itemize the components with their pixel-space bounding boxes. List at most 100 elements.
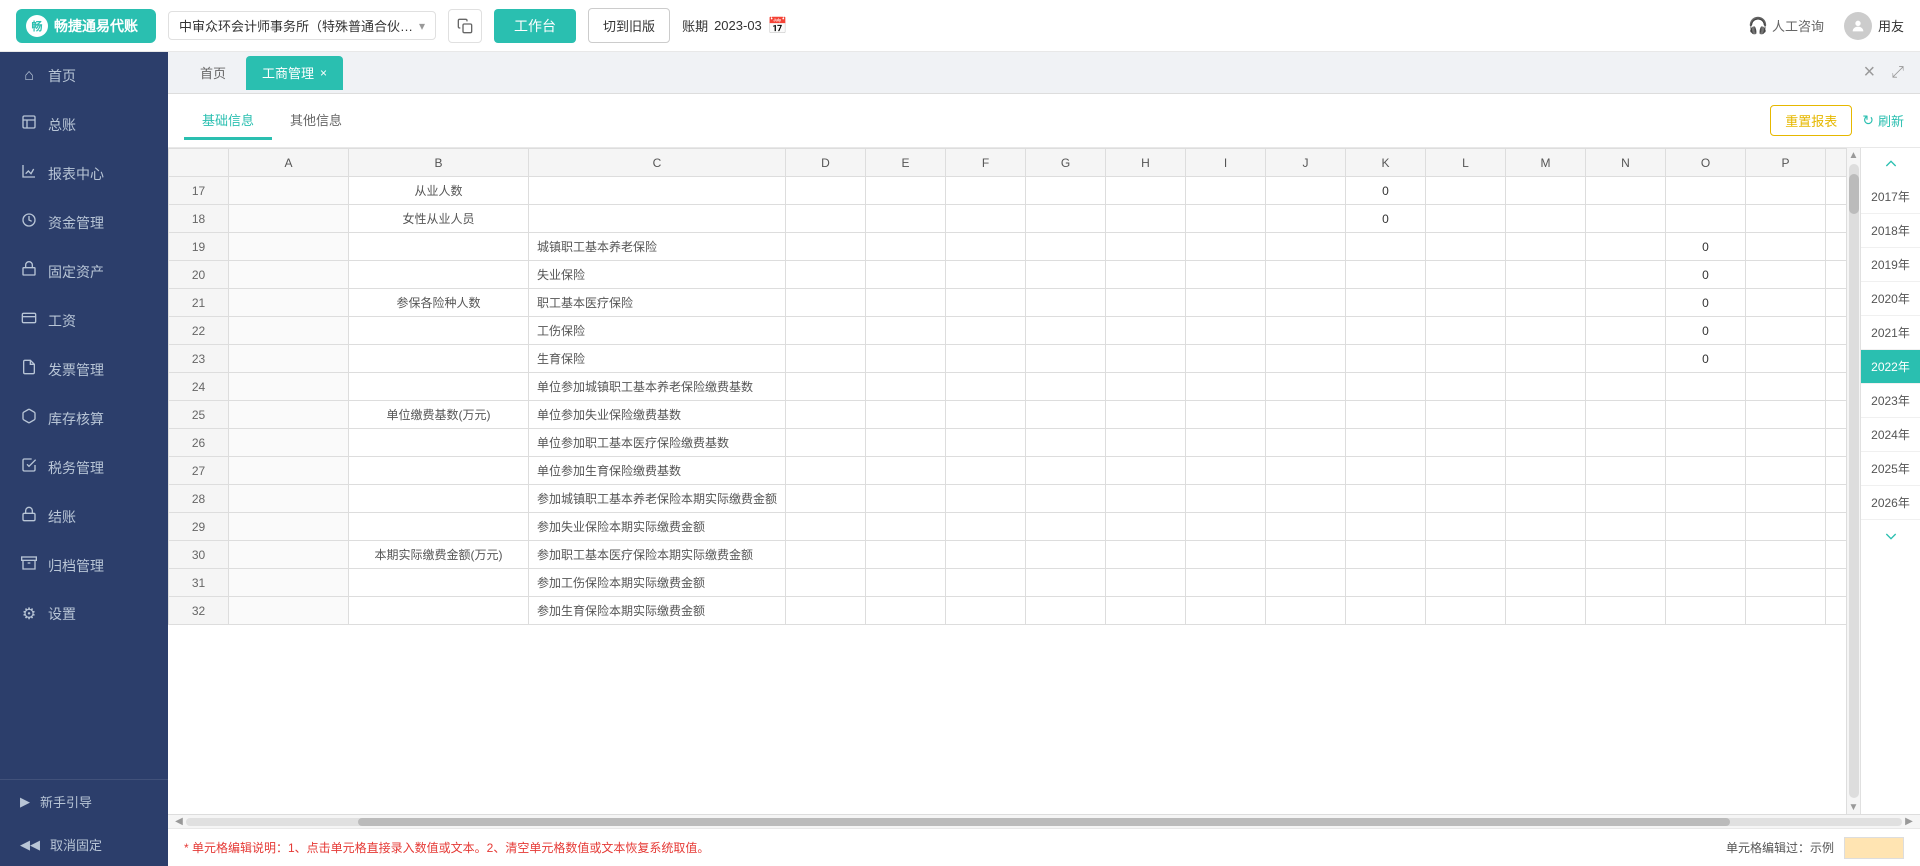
year-item-2023[interactable]: 2023年: [1861, 384, 1920, 418]
cell-k18[interactable]: 0: [1346, 205, 1426, 233]
cell-h18[interactable]: [1106, 205, 1186, 233]
cell-m19[interactable]: [1506, 233, 1586, 261]
cell-i32[interactable]: [1186, 597, 1266, 625]
cell-q22[interactable]: [1826, 317, 1846, 345]
cell-n26[interactable]: [1586, 429, 1666, 457]
cell-c24[interactable]: 单位参加城镇职工基本养老保险缴费基数: [529, 373, 786, 401]
cell-f27[interactable]: [946, 457, 1026, 485]
cell-l21[interactable]: [1426, 289, 1506, 317]
cell-l29[interactable]: [1426, 513, 1506, 541]
cell-h17[interactable]: [1106, 177, 1186, 205]
sidebar-item-funds[interactable]: 资金管理: [0, 198, 168, 247]
cell-p20[interactable]: [1746, 261, 1826, 289]
copy-button[interactable]: [448, 9, 482, 43]
cell-o17[interactable]: [1666, 177, 1746, 205]
cell-j28[interactable]: [1266, 485, 1346, 513]
cell-p17[interactable]: [1746, 177, 1826, 205]
cell-n17[interactable]: [1586, 177, 1666, 205]
year-item-2018[interactable]: 2018年: [1861, 214, 1920, 248]
cell-c31[interactable]: 参加工伤保险本期实际缴费金额: [529, 569, 786, 597]
company-selector[interactable]: 中审众环会计师事务所（特殊普通合伙… ▾: [168, 11, 436, 40]
cell-i29[interactable]: [1186, 513, 1266, 541]
sidebar-item-new-guide[interactable]: ▶ 新手引导: [0, 780, 168, 823]
cell-f17[interactable]: [946, 177, 1026, 205]
cell-l31[interactable]: [1426, 569, 1506, 597]
year-item-2025[interactable]: 2025年: [1861, 452, 1920, 486]
cell-k22[interactable]: [1346, 317, 1426, 345]
cell-d17[interactable]: [786, 177, 866, 205]
cell-h26[interactable]: [1106, 429, 1186, 457]
cell-m32[interactable]: [1506, 597, 1586, 625]
sidebar-item-payroll[interactable]: 工资: [0, 296, 168, 345]
cell-b22[interactable]: [349, 317, 529, 345]
cell-e27[interactable]: [866, 457, 946, 485]
sidebar-item-reports[interactable]: 报表中心: [0, 149, 168, 198]
tab-close-button[interactable]: ×: [320, 66, 327, 80]
workbench-button[interactable]: 工作台: [494, 9, 576, 43]
cell-f25[interactable]: [946, 401, 1026, 429]
cell-j29[interactable]: [1266, 513, 1346, 541]
cell-b30[interactable]: 本期实际缴费金额(万元): [349, 541, 529, 569]
cell-e23[interactable]: [866, 345, 946, 373]
cell-h28[interactable]: [1106, 485, 1186, 513]
tab-home[interactable]: 首页: [184, 56, 242, 90]
year-item-2020[interactable]: 2020年: [1861, 282, 1920, 316]
cell-i23[interactable]: [1186, 345, 1266, 373]
cell-k23[interactable]: [1346, 345, 1426, 373]
cell-a19[interactable]: [229, 233, 349, 261]
cell-e28[interactable]: [866, 485, 946, 513]
cell-g21[interactable]: [1026, 289, 1106, 317]
cell-q17[interactable]: [1826, 177, 1846, 205]
cell-p29[interactable]: [1746, 513, 1826, 541]
cell-p19[interactable]: [1746, 233, 1826, 261]
cell-j27[interactable]: [1266, 457, 1346, 485]
cell-e17[interactable]: [866, 177, 946, 205]
cell-d32[interactable]: [786, 597, 866, 625]
sidebar-item-inventory[interactable]: 库存核算: [0, 394, 168, 443]
sidebar-item-tax[interactable]: 税务管理: [0, 443, 168, 492]
cell-f24[interactable]: [946, 373, 1026, 401]
cell-b25[interactable]: 单位缴费基数(万元): [349, 401, 529, 429]
cell-k27[interactable]: [1346, 457, 1426, 485]
cell-n23[interactable]: [1586, 345, 1666, 373]
cell-q21[interactable]: [1826, 289, 1846, 317]
cell-i27[interactable]: [1186, 457, 1266, 485]
cell-h29[interactable]: [1106, 513, 1186, 541]
cell-g32[interactable]: [1026, 597, 1106, 625]
cell-m30[interactable]: [1506, 541, 1586, 569]
cell-q32[interactable]: [1826, 597, 1846, 625]
cell-n25[interactable]: [1586, 401, 1666, 429]
cell-n28[interactable]: [1586, 485, 1666, 513]
cell-k29[interactable]: [1346, 513, 1426, 541]
cell-l17[interactable]: [1426, 177, 1506, 205]
cell-a25[interactable]: [229, 401, 349, 429]
sub-tab-other[interactable]: 其他信息: [272, 102, 360, 140]
cell-b24[interactable]: [349, 373, 529, 401]
cell-q29[interactable]: [1826, 513, 1846, 541]
year-nav-down-button[interactable]: [1861, 520, 1920, 552]
cell-p32[interactable]: [1746, 597, 1826, 625]
cell-m25[interactable]: [1506, 401, 1586, 429]
cell-l26[interactable]: [1426, 429, 1506, 457]
year-item-2021[interactable]: 2021年: [1861, 316, 1920, 350]
cell-m24[interactable]: [1506, 373, 1586, 401]
cell-j22[interactable]: [1266, 317, 1346, 345]
cell-h19[interactable]: [1106, 233, 1186, 261]
cell-o19[interactable]: 0: [1666, 233, 1746, 261]
cell-q26[interactable]: [1826, 429, 1846, 457]
cell-f21[interactable]: [946, 289, 1026, 317]
cell-d24[interactable]: [786, 373, 866, 401]
cell-g24[interactable]: [1026, 373, 1106, 401]
cell-n27[interactable]: [1586, 457, 1666, 485]
cell-i18[interactable]: [1186, 205, 1266, 233]
cell-e19[interactable]: [866, 233, 946, 261]
cell-l20[interactable]: [1426, 261, 1506, 289]
cell-e26[interactable]: [866, 429, 946, 457]
cell-l27[interactable]: [1426, 457, 1506, 485]
cell-b32[interactable]: [349, 597, 529, 625]
close-window-button[interactable]: ×: [1864, 61, 1876, 84]
cell-d26[interactable]: [786, 429, 866, 457]
cell-h31[interactable]: [1106, 569, 1186, 597]
cell-g19[interactable]: [1026, 233, 1106, 261]
cell-a18[interactable]: [229, 205, 349, 233]
